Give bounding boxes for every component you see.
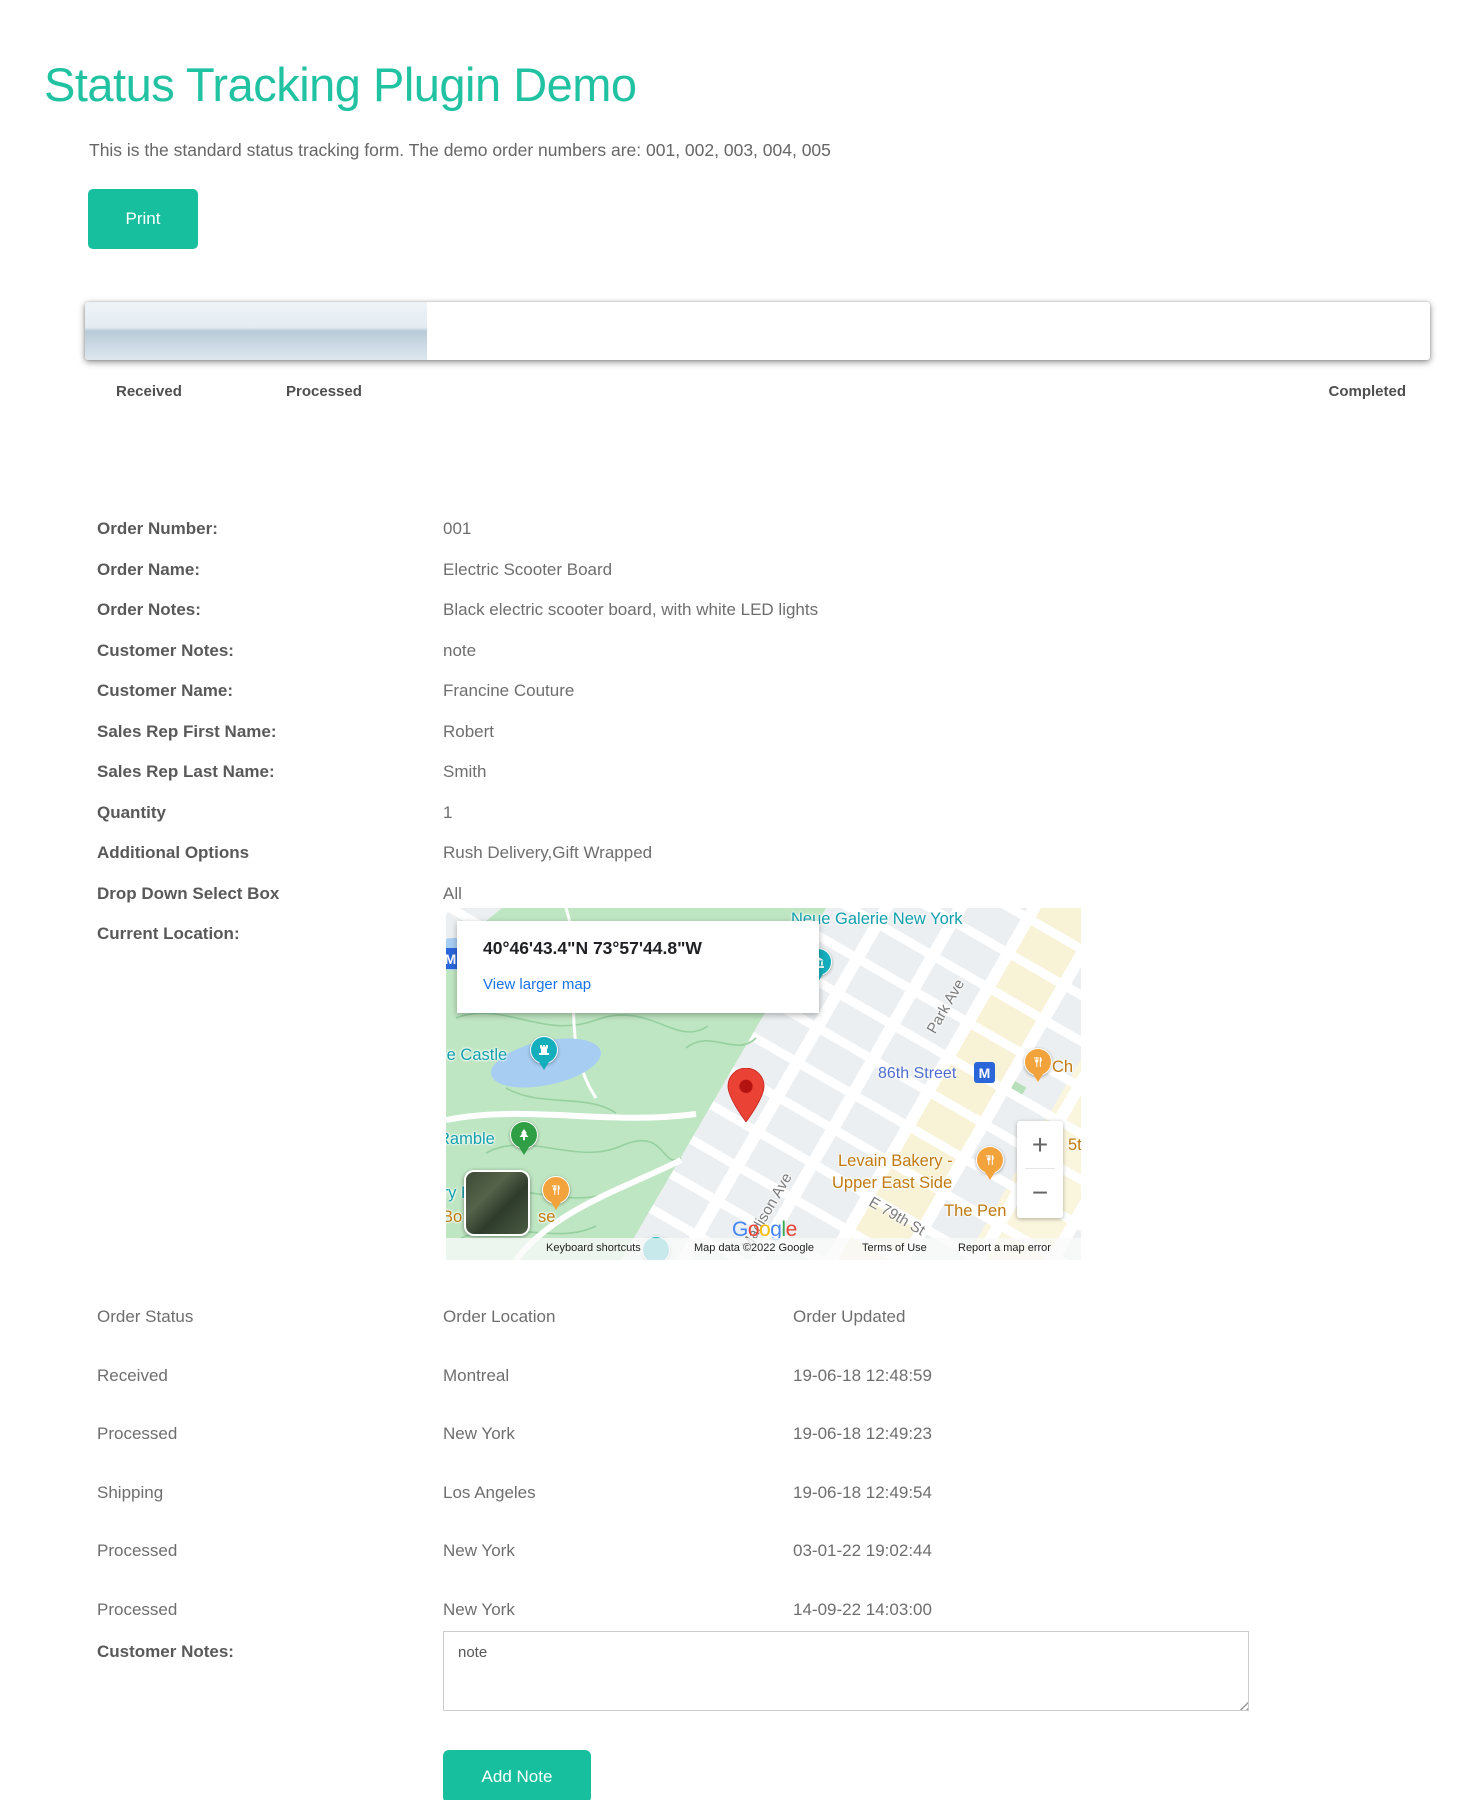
satellite-view-thumbnail[interactable]	[464, 1170, 530, 1236]
detail-label: Quantity	[97, 803, 166, 822]
detail-row: Customer Name: Francine Couture	[0, 681, 1471, 705]
detail-row: Order Notes: Black electric scooter boar…	[0, 600, 1471, 624]
customer-notes-input[interactable]: note	[443, 1631, 1249, 1711]
stage-label-completed: Completed	[1328, 383, 1406, 400]
history-status: Processed	[97, 1541, 178, 1560]
map-attribution-bar: Keyboard shortcuts Map data ©2022 Google…	[446, 1238, 1081, 1260]
history-location: New York	[443, 1424, 515, 1443]
history-status: Processed	[97, 1600, 178, 1619]
detail-value: Rush Delivery,Gift Wrapped	[443, 843, 653, 862]
map-label-belvedere-castle[interactable]: ere Castle	[446, 1046, 507, 1065]
history-row: Shipping Los Angeles 19-06-18 12:49:54	[0, 1483, 1471, 1507]
map-label-boathouse-left[interactable]: Bo	[446, 1208, 462, 1227]
customer-notes-label: Customer Notes:	[97, 1642, 234, 1661]
map-label-ch-fragment[interactable]: Ch	[1052, 1058, 1073, 1077]
history-location: Los Angeles	[443, 1483, 536, 1502]
history-row: Processed New York 19-06-18 12:49:23	[0, 1424, 1471, 1448]
detail-row: Additional Options Rush Delivery,Gift Wr…	[0, 843, 1471, 867]
detail-label: Order Number:	[97, 519, 218, 538]
detail-row: Customer Notes: note	[0, 641, 1471, 665]
detail-row: Order Number: 001	[0, 519, 1471, 543]
detail-label: Customer Name:	[97, 681, 234, 700]
detail-value: 001	[443, 519, 472, 538]
map-label-5t-fragment[interactable]: 5t	[1068, 1136, 1081, 1155]
view-larger-map-link[interactable]: View larger map	[483, 976, 591, 993]
history-updated: 19-06-18 12:49:54	[793, 1483, 932, 1502]
zoom-in-button[interactable]: +	[1017, 1121, 1063, 1168]
detail-row: Quantity 1	[0, 803, 1471, 827]
detail-row: Sales Rep First Name: Robert	[0, 722, 1471, 746]
history-location: Montreal	[443, 1366, 510, 1385]
history-location: New York	[443, 1600, 515, 1619]
detail-value: 1	[443, 803, 453, 822]
history-status: Processed	[97, 1424, 178, 1443]
google-map[interactable]: M M Neue Galerie New York ere Castle Ram…	[446, 908, 1081, 1260]
history-header-row: Order Status Order Location Order Update…	[0, 1307, 1471, 1331]
detail-value: Smith	[443, 762, 487, 781]
detail-label: Order Name:	[97, 560, 200, 579]
history-row: Processed New York 03-01-22 19:02:44	[0, 1541, 1471, 1565]
map-label-ramble[interactable]: Ramble	[446, 1130, 495, 1149]
print-button[interactable]: Print	[88, 189, 198, 249]
detail-label-current-location: Current Location:	[97, 924, 240, 943]
detail-value: Robert	[443, 722, 495, 741]
map-label-boathouse-right[interactable]: se	[538, 1208, 555, 1227]
castle-pin-icon[interactable]	[530, 1036, 558, 1064]
detail-value: All	[443, 884, 462, 903]
detail-label: Drop Down Select Box	[97, 884, 280, 903]
detail-row: Order Name: Electric Scooter Board	[0, 560, 1471, 584]
tree-pin-icon[interactable]	[510, 1121, 538, 1149]
detail-value: note	[443, 641, 477, 660]
history-header-location: Order Location	[443, 1307, 556, 1326]
map-label-86th-street[interactable]: 86th Street	[878, 1065, 956, 1083]
report-map-error-link[interactable]: Report a map error	[958, 1242, 1051, 1254]
progress-bar-fill	[85, 302, 427, 360]
detail-label: Sales Rep Last Name:	[97, 762, 275, 781]
history-updated: 19-06-18 12:48:59	[793, 1366, 932, 1385]
page-title: Status Tracking Plugin Demo	[44, 58, 637, 112]
history-updated: 19-06-18 12:49:23	[793, 1424, 932, 1443]
detail-row: Drop Down Select Box All	[0, 884, 1471, 908]
progress-bar	[85, 302, 1430, 360]
history-status: Received	[97, 1366, 168, 1385]
restaurant-pin-icon[interactable]	[1024, 1048, 1052, 1076]
history-header-updated: Order Updated	[793, 1307, 906, 1326]
detail-row: Sales Rep Last Name: Smith	[0, 762, 1471, 786]
map-label-levain-line2[interactable]: Upper East Side	[832, 1174, 952, 1193]
subway-station-icon[interactable]: M	[974, 1062, 995, 1083]
map-zoom-control: + −	[1017, 1121, 1063, 1218]
restaurant-pin-icon[interactable]	[976, 1146, 1004, 1174]
detail-label: Order Notes:	[97, 600, 201, 619]
detail-value: Francine Couture	[443, 681, 575, 700]
restaurant-pin-icon[interactable]	[542, 1176, 570, 1204]
keyboard-shortcuts-link[interactable]: Keyboard shortcuts	[546, 1242, 641, 1254]
detail-label: Sales Rep First Name:	[97, 722, 277, 741]
stage-label-processed: Processed	[286, 383, 362, 400]
history-row: Received Montreal 19-06-18 12:48:59	[0, 1366, 1471, 1390]
detail-label: Additional Options	[97, 843, 250, 862]
history-row: Processed New York 14-09-22 14:03:00	[0, 1600, 1471, 1624]
history-status: Shipping	[97, 1483, 164, 1502]
history-location: New York	[443, 1541, 515, 1560]
history-header-status: Order Status	[97, 1307, 194, 1326]
page: Status Tracking Plugin Demo This is the …	[0, 0, 1471, 1800]
location-marker-icon[interactable]	[727, 1068, 765, 1122]
detail-value: Electric Scooter Board	[443, 560, 613, 579]
map-info-card: 40°46'43.4"N 73°57'44.8"W View larger ma…	[457, 921, 819, 1013]
history-updated: 03-01-22 19:02:44	[793, 1541, 932, 1560]
detail-value: Black electric scooter board, with white…	[443, 600, 819, 619]
add-note-button[interactable]: Add Note	[443, 1750, 591, 1800]
history-updated: 14-09-22 14:03:00	[793, 1600, 932, 1619]
stage-label-received: Received	[116, 383, 182, 400]
zoom-out-button[interactable]: −	[1017, 1169, 1063, 1216]
map-data-copyright: Map data ©2022 Google	[694, 1242, 815, 1254]
detail-label: Customer Notes:	[97, 641, 234, 660]
map-coordinates: 40°46'43.4"N 73°57'44.8"W	[483, 938, 702, 958]
map-label-the-penrose[interactable]: The Pen	[944, 1202, 1006, 1221]
terms-of-use-link[interactable]: Terms of Use	[862, 1242, 927, 1254]
page-subtitle: This is the standard status tracking for…	[89, 139, 831, 160]
map-label-levain-line1[interactable]: Levain Bakery -	[838, 1152, 953, 1171]
